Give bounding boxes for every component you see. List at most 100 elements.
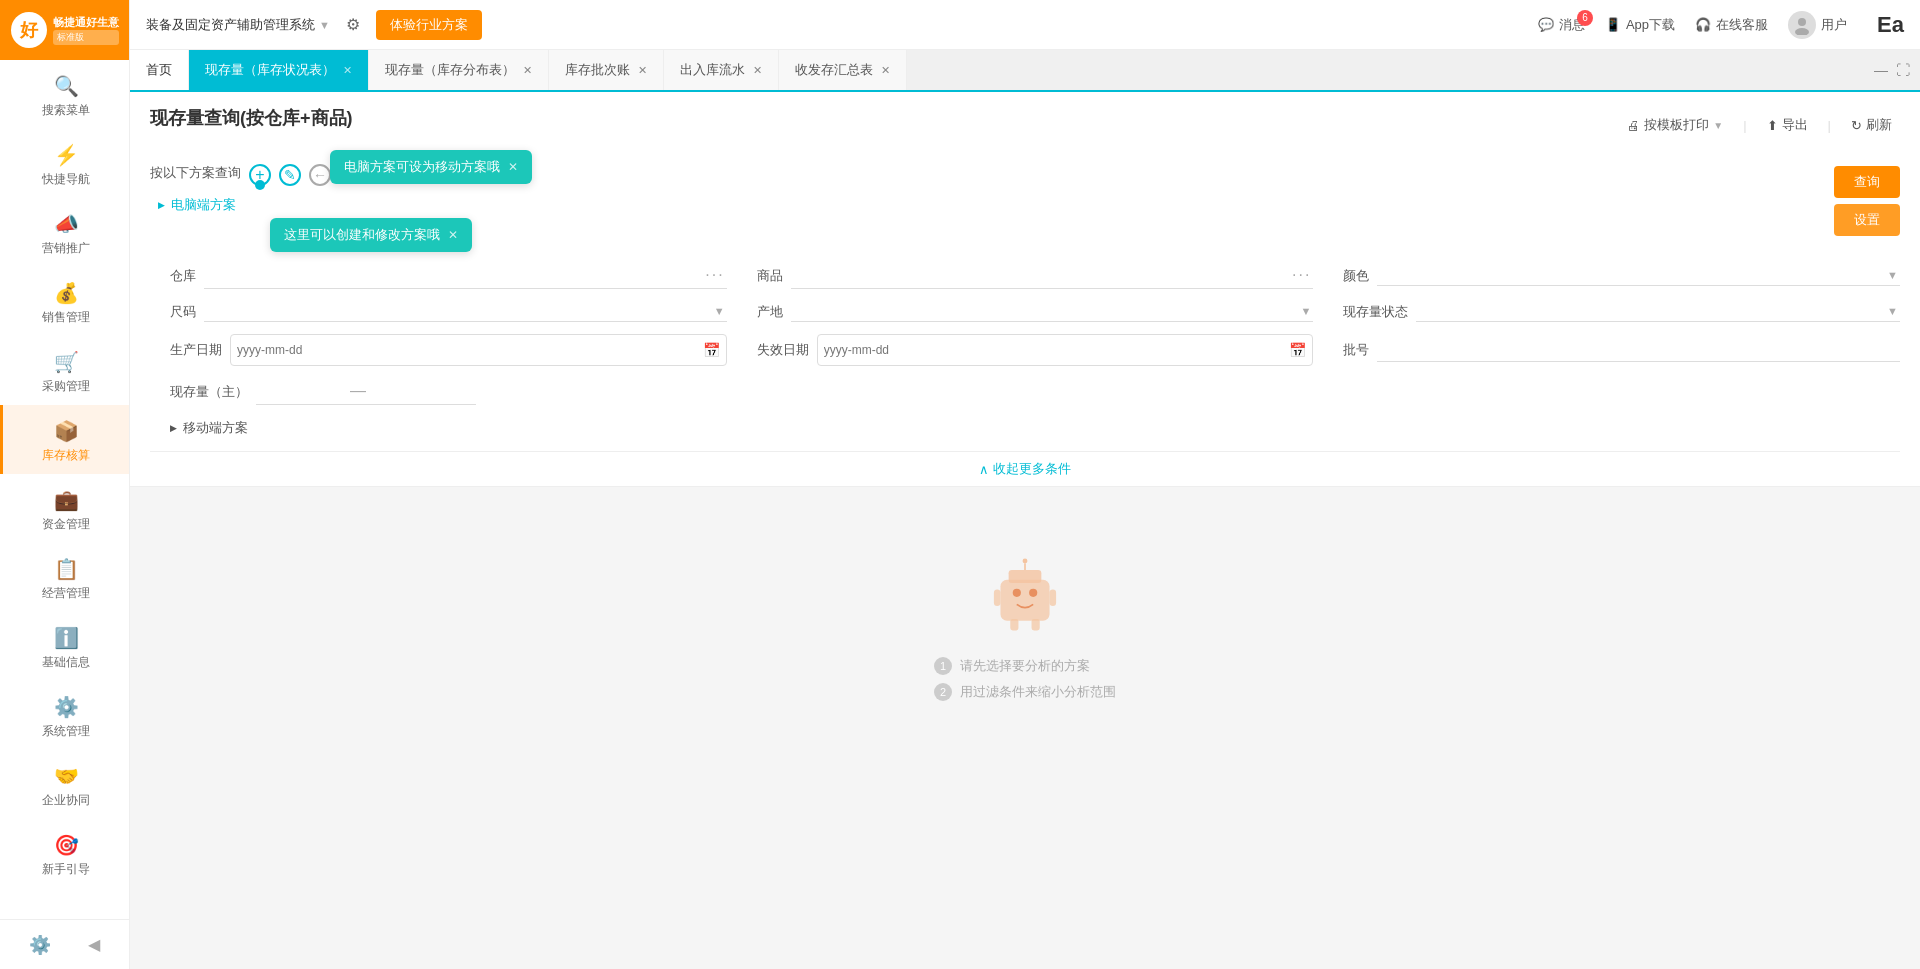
chevron-down-icon: ▼ [1713, 120, 1723, 131]
tab-home[interactable]: 首页 [130, 50, 189, 90]
color-select[interactable]: ▼ [1377, 265, 1900, 286]
sidebar-item-sales[interactable]: 💰 销售管理 [0, 267, 129, 336]
chevron-right-icon: ▶ [158, 200, 165, 210]
sidebar-item-stock[interactable]: 📦 库存核算 [0, 405, 129, 474]
stock-amount-wrap: — [256, 378, 476, 405]
schema-row: 按以下方案查询 + ✎ ← 电脑方案可设为移动方案哦 ✕ [150, 164, 1900, 186]
collapse-bar[interactable]: ∧ 收起更多条件 [150, 451, 1900, 486]
tab-expand-icon[interactable]: ⛶ [1896, 62, 1910, 78]
size-select-wrap: ▼ [204, 301, 727, 322]
more-dots-icon: ··· [1292, 266, 1311, 284]
settings-icon[interactable]: ⚙️ [29, 934, 51, 956]
message-badge: 6 [1577, 10, 1593, 26]
purchase-icon: 🛒 [54, 350, 79, 374]
settings-gear-icon[interactable]: ⚙ [346, 15, 360, 34]
collapse-sidebar-icon[interactable]: ◀ [88, 935, 100, 954]
sidebar-item-finance[interactable]: 💼 资金管理 [0, 474, 129, 543]
warehouse-select[interactable]: ··· [204, 262, 727, 289]
sidebar-item-label: 销售管理 [42, 309, 90, 326]
add-schema-btn[interactable]: + [249, 164, 271, 186]
tab-in-out-flow[interactable]: 出入库流水 ✕ [664, 50, 779, 90]
search-icon: 🔍 [54, 74, 79, 98]
stock-amount-input[interactable] [262, 384, 342, 399]
sales-icon: 💰 [54, 281, 79, 305]
sidebar-item-marketing[interactable]: 📣 营销推广 [0, 198, 129, 267]
query-section: 按以下方案查询 + ✎ ← 电脑方案可设为移动方案哦 ✕ ▶ [130, 154, 1920, 487]
tab-close-icon[interactable]: ✕ [753, 64, 762, 77]
tab-minimize-icon[interactable]: — [1874, 62, 1888, 78]
user-btn[interactable]: 用户 [1788, 11, 1847, 39]
stock-status-select[interactable]: ▼ [1416, 301, 1900, 322]
stock-amount-input-end[interactable] [374, 384, 454, 399]
expire-date-label: 失效日期 [757, 341, 809, 359]
tab-close-icon[interactable]: ✕ [343, 64, 352, 77]
svg-point-4 [1013, 589, 1021, 597]
tooltip-close-btn-2[interactable]: ✕ [448, 228, 458, 242]
message-btn[interactable]: 💬 6 消息 [1538, 16, 1585, 34]
create-tooltip-popup: 这里可以创建和修改方案哦 ✕ [270, 218, 472, 252]
filter-warehouse: 仓库 ··· [170, 262, 727, 289]
tooltip-close-btn[interactable]: ✕ [508, 160, 518, 174]
size-select[interactable]: ▼ [204, 301, 727, 322]
schema-item-desktop[interactable]: ▶ 电脑端方案 [150, 192, 1900, 218]
tab-stock-dist[interactable]: 现存量（库存分布表） ✕ [369, 50, 549, 90]
filter-produce-date: 生产日期 📅 [170, 334, 727, 366]
hint-item-1: 1 请先选择要分析的方案 [934, 653, 1116, 679]
calendar-icon[interactable]: 📅 [703, 342, 720, 358]
online-support-btn[interactable]: 🎧 在线客服 [1695, 16, 1768, 34]
edit-schema-btn[interactable]: ✎ [279, 164, 301, 186]
tab-close-icon[interactable]: ✕ [881, 64, 890, 77]
quick-nav-icon: ⚡ [54, 143, 79, 167]
sidebar-item-label: 营销推广 [42, 240, 90, 257]
app-download-btn[interactable]: 📱 App下载 [1605, 16, 1675, 34]
chevron-right-icon: ▶ [170, 423, 177, 433]
filter-stock-status: 现存量状态 ▼ [1343, 301, 1900, 322]
produce-date-input[interactable] [237, 343, 699, 357]
query-label: 按以下方案查询 [150, 164, 241, 182]
sidebar-item-system[interactable]: ⚙️ 系统管理 [0, 681, 129, 750]
svg-point-11 [1023, 558, 1028, 563]
tab-batch-account[interactable]: 库存批次账 ✕ [549, 50, 664, 90]
sidebar-item-label: 经营管理 [42, 585, 90, 602]
system-name[interactable]: 装备及固定资产辅助管理系统 ▼ [146, 16, 330, 34]
sidebar-item-operation[interactable]: 📋 经营管理 [0, 543, 129, 612]
batch-input[interactable] [1377, 338, 1900, 362]
trial-button[interactable]: 体验行业方案 [376, 10, 482, 40]
origin-select[interactable]: ▼ [791, 301, 1314, 322]
sidebar-item-purchase[interactable]: 🛒 采购管理 [0, 336, 129, 405]
calendar-icon[interactable]: 📅 [1289, 342, 1306, 358]
back-arrow-btn[interactable]: ← [309, 164, 331, 186]
sidebar-item-quick-nav[interactable]: ⚡ 快捷导航 [0, 129, 129, 198]
print-btn[interactable]: 🖨 按模板打印 ▼ [1619, 111, 1731, 139]
sidebar-logo: 好 畅捷通好生意 标准版 [0, 0, 129, 60]
tab-close-icon[interactable]: ✕ [523, 64, 532, 77]
sidebar-item-label: 系统管理 [42, 723, 90, 740]
tab-recv-summary[interactable]: 收发存汇总表 ✕ [779, 50, 907, 90]
goods-select[interactable]: ··· [791, 262, 1314, 289]
avatar [1788, 11, 1816, 39]
sidebar-item-guide[interactable]: 🎯 新手引导 [0, 819, 129, 888]
sidebar-item-enterprise[interactable]: 🤝 企业协同 [0, 750, 129, 819]
export-btn[interactable]: ⬆ 导出 [1759, 111, 1816, 139]
header-right: 💬 6 消息 📱 App下载 🎧 在线客服 用户 Ea [1538, 11, 1904, 39]
sidebar-item-basic[interactable]: ℹ️ 基础信息 [0, 612, 129, 681]
page-header: 现存量查询(按仓库+商品) 🖨 按模板打印 ▼ | ⬆ 导出 | ↻ 刷新 [130, 92, 1920, 154]
filter-size: 尺码 ▼ [170, 301, 727, 322]
sidebar-item-label: 资金管理 [42, 516, 90, 533]
warehouse-label: 仓库 [170, 267, 196, 285]
search-button[interactable]: 查询 [1834, 166, 1900, 198]
filter-expire-date: 失效日期 📅 [757, 334, 1314, 366]
finance-icon: 💼 [54, 488, 79, 512]
schema-item-mobile[interactable]: ▶ 移动端方案 [170, 415, 1900, 441]
origin-label: 产地 [757, 303, 783, 321]
sidebar-item-search[interactable]: 🔍 搜索菜单 [0, 60, 129, 129]
tab-close-icon[interactable]: ✕ [638, 64, 647, 77]
reset-button[interactable]: 设置 [1834, 204, 1900, 236]
refresh-btn[interactable]: ↻ 刷新 [1843, 111, 1900, 139]
empty-state: 1 请先选择要分析的方案 2 用过滤条件来缩小分析范围 [130, 487, 1920, 765]
sidebar-item-label: 企业协同 [42, 792, 90, 809]
tab-stock-status[interactable]: 现存量（库存状况表） ✕ [189, 50, 369, 90]
expire-date-input[interactable] [824, 343, 1286, 357]
svg-rect-3 [1009, 570, 1042, 583]
export-icon: ⬆ [1767, 118, 1778, 133]
